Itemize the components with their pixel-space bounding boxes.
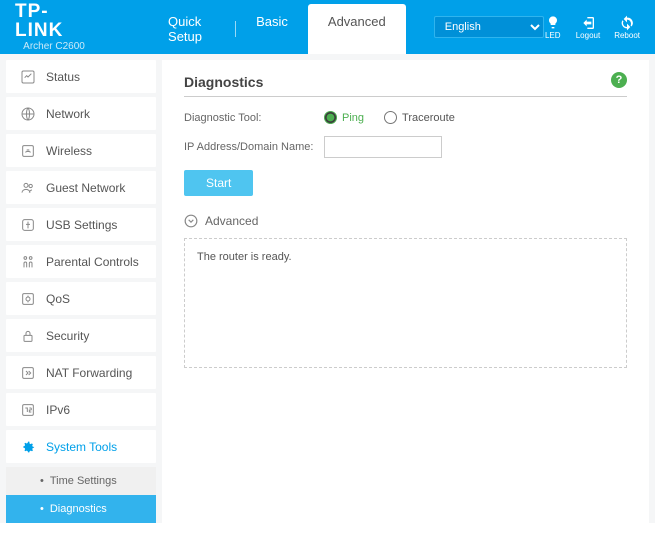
tab-quick-setup[interactable]: Quick Setup — [148, 4, 235, 54]
sidebar: Status Network Wireless Guest Network US… — [0, 54, 156, 523]
advanced-toggle[interactable]: Advanced — [184, 214, 627, 228]
sidebar-item-guest[interactable]: Guest Network — [6, 171, 156, 204]
sidebar-item-system-tools[interactable]: System Tools — [6, 430, 156, 463]
sidebar-item-status[interactable]: Status — [6, 60, 156, 93]
sidebar-item-qos[interactable]: QoS — [6, 282, 156, 315]
wireless-icon — [20, 143, 36, 159]
status-icon — [20, 69, 36, 85]
ipv6-icon — [20, 402, 36, 418]
row-diag-tool: Diagnostic Tool: Ping Traceroute — [184, 111, 627, 124]
nat-icon — [20, 365, 36, 381]
main: Status Network Wireless Guest Network US… — [0, 54, 655, 523]
content: ? Diagnostics Diagnostic Tool: Ping Trac… — [162, 60, 649, 523]
gear-icon — [20, 439, 36, 455]
nav-tabs: Quick Setup Basic Advanced — [148, 4, 406, 54]
sidebar-item-security[interactable]: Security — [6, 319, 156, 352]
row-ip-address: IP Address/Domain Name: — [184, 136, 627, 158]
language-select-wrapper: English — [434, 16, 544, 38]
qos-icon — [20, 291, 36, 307]
result-box: The router is ready. — [184, 238, 627, 368]
submenu-time-settings[interactable]: Time Settings — [6, 467, 156, 495]
header: TP-LINK Archer C2600 Quick Setup Basic A… — [0, 0, 655, 54]
start-button[interactable]: Start — [184, 170, 253, 196]
sidebar-item-nat[interactable]: NAT Forwarding — [6, 356, 156, 389]
reboot-button[interactable]: Reboot — [614, 15, 640, 40]
language-select[interactable]: English — [434, 16, 544, 38]
sidebar-item-usb[interactable]: USB Settings — [6, 208, 156, 241]
ip-label: IP Address/Domain Name: — [184, 141, 324, 153]
logo-area: TP-LINK Archer C2600 — [15, 2, 90, 52]
radio-ping[interactable]: Ping — [324, 111, 364, 124]
sidebar-item-parental[interactable]: Parental Controls — [6, 245, 156, 278]
parental-icon — [20, 254, 36, 270]
radio-traceroute[interactable]: Traceroute — [384, 111, 455, 124]
diag-tool-radio-group: Ping Traceroute — [324, 111, 455, 124]
model-label: Archer C2600 — [23, 42, 85, 52]
result-text: The router is ready. — [197, 251, 292, 263]
tab-advanced[interactable]: Advanced — [308, 4, 406, 54]
reboot-icon — [618, 15, 636, 31]
header-actions: LED Logout Reboot — [544, 15, 640, 40]
tab-basic[interactable]: Basic — [236, 4, 308, 54]
sidebar-item-wireless[interactable]: Wireless — [6, 134, 156, 167]
chevron-down-icon — [184, 214, 198, 228]
diag-tool-label: Diagnostic Tool: — [184, 112, 324, 124]
ip-input[interactable] — [324, 136, 442, 158]
led-button[interactable]: LED — [544, 15, 562, 40]
page-title: Diagnostics — [184, 74, 627, 97]
usb-icon — [20, 217, 36, 233]
logout-button[interactable]: Logout — [576, 15, 600, 40]
sidebar-item-ipv6[interactable]: IPv6 — [6, 393, 156, 426]
network-icon — [20, 106, 36, 122]
led-icon — [544, 15, 562, 31]
brand-logo: TP-LINK — [15, 2, 90, 40]
help-button[interactable]: ? — [611, 72, 627, 88]
security-icon — [20, 328, 36, 344]
sidebar-item-network[interactable]: Network — [6, 97, 156, 130]
logout-icon — [579, 15, 597, 31]
guest-icon — [20, 180, 36, 196]
submenu-diagnostics[interactable]: Diagnostics — [6, 495, 156, 523]
